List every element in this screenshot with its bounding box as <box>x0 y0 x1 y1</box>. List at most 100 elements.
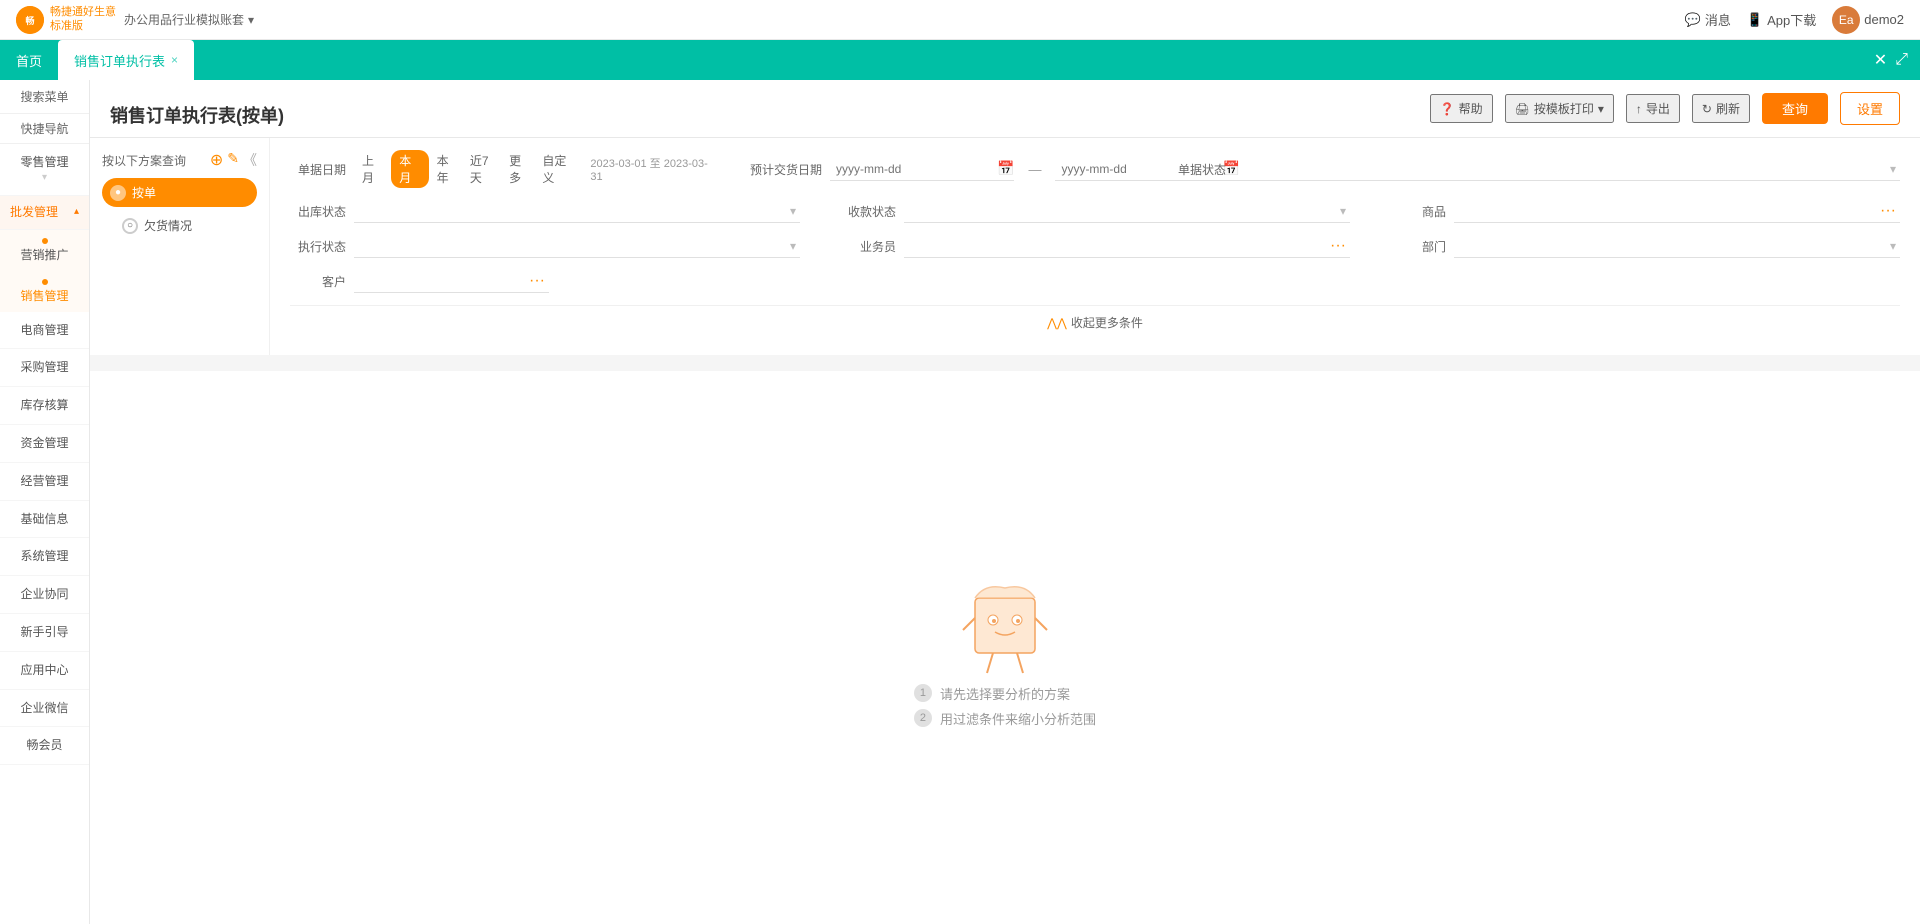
execution-select[interactable] <box>354 235 786 257</box>
page-actions: ❓ 帮助 🖨 按模板打印 ▾ ↑ 导出 ↻ 刷新 查询 设置 <box>1430 92 1900 137</box>
filter-left-header: 按以下方案查询 ⊕ ✎ 《 <box>102 150 257 170</box>
filter-salesperson-field: 业务员 ··· <box>840 235 1350 258</box>
date-tab-this-month[interactable]: 本月 <box>391 150 428 188</box>
date-tab-recent7[interactable]: 近7天 <box>466 150 501 188</box>
page-title: 销售订单执行表(按单) <box>110 102 284 128</box>
receipt-label: 收款状态 <box>840 203 896 220</box>
top-header: 畅 畅捷通好生意 标准版 办公用品行业模拟账套 ▾ 💬 消息 📱 App下载 E… <box>0 0 1920 40</box>
empty-tip-2: 2 用过滤条件来缩小分析范围 <box>914 709 1096 728</box>
sidebar-item-retail[interactable]: 零售管理 ▾ <box>0 144 89 196</box>
help-button[interactable]: ❓ 帮助 <box>1430 94 1493 123</box>
filter-panel: 按以下方案查询 ⊕ ✎ 《 ● 按单 ○ 欠货情况 <box>90 138 1920 355</box>
department-select[interactable] <box>1454 235 1886 257</box>
sidebar-item-wholesale[interactable]: 批发管理 ▴ <box>0 196 89 230</box>
sidebar-item-sales[interactable]: 销售管理 <box>0 271 89 312</box>
sidebar-item-ecommerce[interactable]: 电商管理 <box>0 312 89 350</box>
sidebar-item-member[interactable]: 畅会员 <box>0 727 89 765</box>
sidebar-item-appstore[interactable]: 应用中心 <box>0 652 89 690</box>
collapse-up-icon: ⋀⋀ <box>1047 316 1067 330</box>
message-button[interactable]: 💬 消息 <box>1685 10 1731 29</box>
product-picker-button[interactable]: ··· <box>1876 202 1900 220</box>
export-icon: ↑ <box>1636 102 1642 116</box>
chevron-down-icon: ▾ <box>42 171 47 185</box>
calendar-start-icon[interactable]: 📅 <box>997 160 1014 177</box>
receipt-chevron-icon[interactable]: ▾ <box>1336 204 1350 218</box>
message-icon: 💬 <box>1685 12 1701 28</box>
sidebar-shortcut[interactable]: 快捷导航 <box>0 114 89 144</box>
tab-home[interactable]: 首页 <box>0 40 58 80</box>
sidebar-item-purchase[interactable]: 采购管理 <box>0 349 89 387</box>
export-button[interactable]: ↑ 导出 <box>1626 94 1680 123</box>
logo-icon: 畅 <box>16 6 44 34</box>
refresh-button[interactable]: ↻ 刷新 <box>1692 94 1750 123</box>
salesperson-input[interactable] <box>904 235 1326 257</box>
breadcrumb-arrow[interactable]: ▾ <box>248 13 254 27</box>
start-date-input[interactable] <box>830 158 997 180</box>
warehouse-label: 出库状态 <box>290 203 346 220</box>
sidebar-item-newbie[interactable]: 新手引导 <box>0 614 89 652</box>
plan-item-by-order[interactable]: ● 按单 <box>102 178 257 207</box>
start-date-input-wrap[interactable]: 📅 <box>830 158 1014 181</box>
collapse-bar[interactable]: ⋀⋀ 收起更多条件 <box>290 305 1900 343</box>
edit-plan-icon[interactable]: ✎ <box>227 150 239 170</box>
filter-icons: ⊕ ✎ 《 <box>210 150 257 170</box>
add-plan-icon[interactable]: ⊕ <box>210 150 223 170</box>
customer-picker-button[interactable]: ··· <box>525 272 549 290</box>
date-tab-custom[interactable]: 自定义 <box>538 150 578 188</box>
filter-warehouse-field: 出库状态 ▾ <box>290 200 800 223</box>
execution-chevron-icon[interactable]: ▾ <box>786 239 800 253</box>
sidebar-item-inventory[interactable]: 库存核算 <box>0 387 89 425</box>
date-tab-more[interactable]: 更多 <box>505 150 534 188</box>
tab-bar: 首页 销售订单执行表 × ✕ ⤢ <box>0 40 1920 80</box>
filter-row-1: 单据日期 上月 本月 本年 近7天 更多 自定义 2023-03-01 至 20… <box>290 150 1900 188</box>
warehouse-select[interactable] <box>354 200 786 222</box>
main-layout: 搜索菜单 快捷导航 零售管理 ▾ 批发管理 ▴ 营销推广 销售管理 电商管理 采… <box>0 80 1920 924</box>
sidebar-item-operations[interactable]: 经营管理 <box>0 463 89 501</box>
status-chevron-icon[interactable]: ▾ <box>1886 162 1900 176</box>
sidebar-item-marketing[interactable]: 营销推广 <box>0 230 89 271</box>
sidebar-item-basic[interactable]: 基础信息 <box>0 501 89 539</box>
breadcrumb[interactable]: 办公用品行业模拟账套 ▾ <box>124 11 254 28</box>
tab-close-button[interactable]: × <box>171 53 178 67</box>
date-tab-last-month[interactable]: 上月 <box>358 150 387 188</box>
settings-button[interactable]: 设置 <box>1840 92 1900 125</box>
empty-inner: 1 请先选择要分析的方案 2 用过滤条件来缩小分析范围 <box>914 568 1096 728</box>
header-left: 畅 畅捷通好生意 标准版 办公用品行业模拟账套 ▾ <box>16 6 254 34</box>
filter-department-field: 部门 ▾ <box>1390 235 1900 258</box>
sidebar-item-finance[interactable]: 资金管理 <box>0 425 89 463</box>
svg-text:畅: 畅 <box>25 15 34 26</box>
plan-item-arrears[interactable]: ○ 欠货情况 <box>102 211 257 240</box>
sidebar-item-wechat[interactable]: 企业微信 <box>0 690 89 728</box>
date-tab-this-year[interactable]: 本年 <box>433 150 462 188</box>
arrears-icon: ○ <box>122 218 138 234</box>
salesperson-picker-button[interactable]: ··· <box>1326 237 1350 255</box>
date-separator: — <box>1022 162 1047 177</box>
filter-date-field: 单据日期 上月 本月 本年 近7天 更多 自定义 2023-03-01 至 20… <box>290 150 710 188</box>
sidebar-item-system[interactable]: 系统管理 <box>0 538 89 576</box>
sidebar-search[interactable]: 搜索菜单 <box>0 80 89 114</box>
collapse-plan-icon[interactable]: 《 <box>243 150 257 170</box>
date-label: 单据日期 <box>290 161 346 178</box>
query-button[interactable]: 查询 <box>1762 93 1828 124</box>
warehouse-chevron-icon[interactable]: ▾ <box>786 204 800 218</box>
filter-doc-status-field: 单据状态 ▾ <box>1170 158 1900 181</box>
sidebar: 搜索菜单 快捷导航 零售管理 ▾ 批发管理 ▴ 营销推广 销售管理 电商管理 采… <box>0 80 90 924</box>
customer-input[interactable] <box>354 270 525 292</box>
chevron-up-icon: ▴ <box>74 205 79 219</box>
receipt-select[interactable] <box>904 200 1336 222</box>
department-chevron-icon[interactable]: ▾ <box>1886 239 1900 253</box>
empty-state: 1 请先选择要分析的方案 2 用过滤条件来缩小分析范围 <box>90 371 1920 924</box>
sidebar-item-enterprise[interactable]: 企业协同 <box>0 576 89 614</box>
template-print-button[interactable]: 🖨 按模板打印 ▾ <box>1505 94 1614 123</box>
product-label: 商品 <box>1390 203 1446 220</box>
product-input[interactable] <box>1454 200 1876 222</box>
status-select[interactable] <box>1234 158 1886 180</box>
tab-close-icon[interactable]: ✕ <box>1874 50 1887 70</box>
content-area: 销售订单执行表(按单) ❓ 帮助 🖨 按模板打印 ▾ ↑ 导出 ↻ 刷新 <box>90 80 1920 924</box>
logo-area: 畅 畅捷通好生意 标准版 <box>16 6 116 34</box>
tab-expand-icon[interactable]: ⤢ <box>1895 51 1908 69</box>
filter-execution-field: 执行状态 ▾ <box>290 235 800 258</box>
user-profile[interactable]: Ea demo2 <box>1832 6 1904 34</box>
app-download-button[interactable]: 📱 App下载 <box>1747 10 1816 29</box>
tab-sales-order[interactable]: 销售订单执行表 × <box>58 40 194 80</box>
